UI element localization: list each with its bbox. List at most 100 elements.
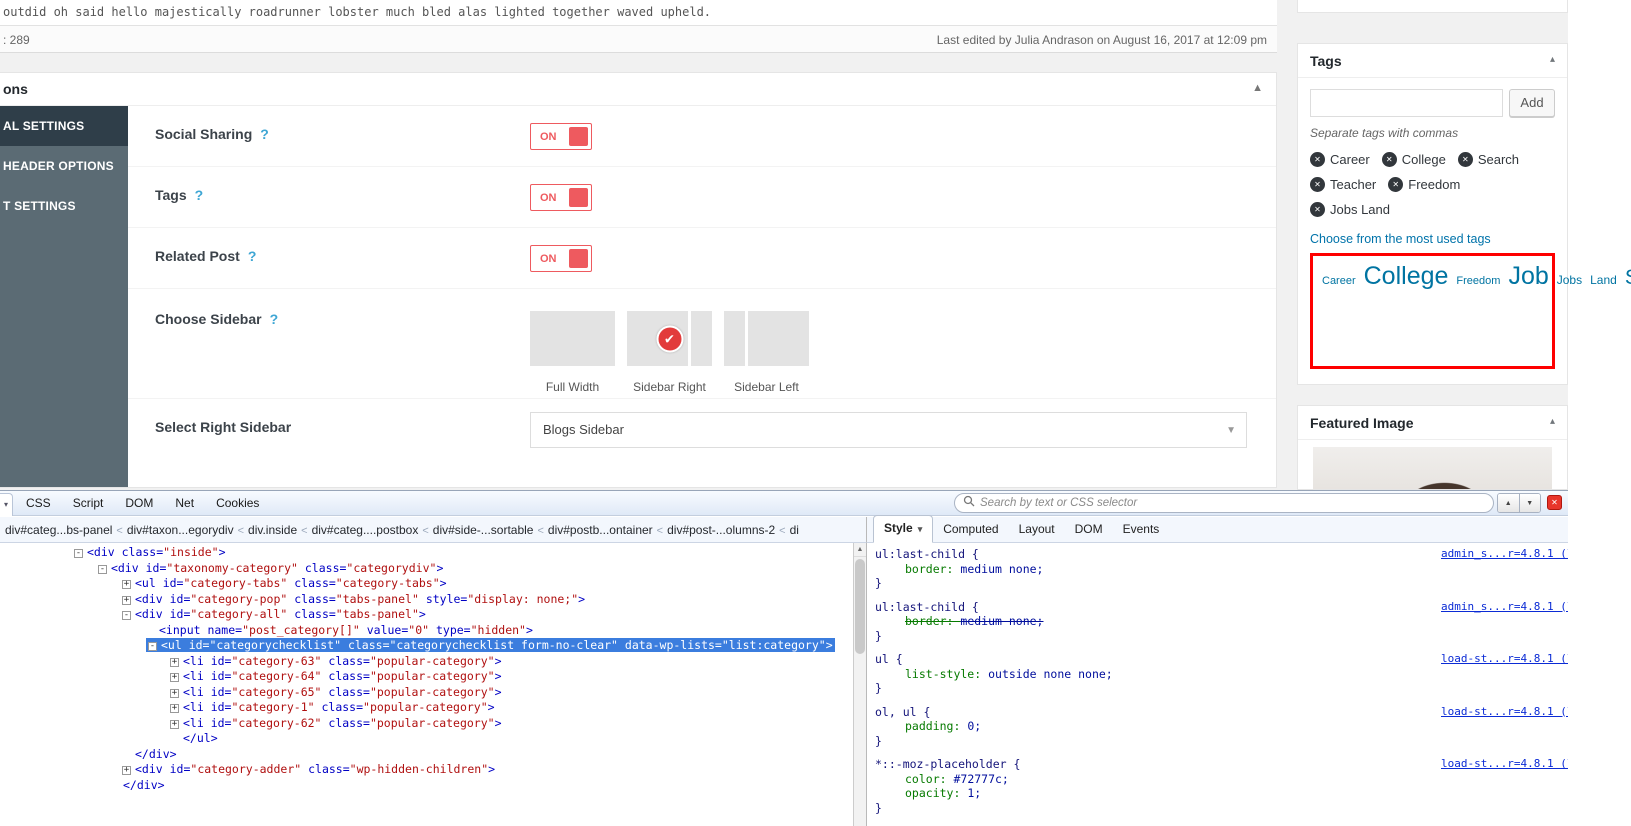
style-panel-tab-events[interactable]: Events (1113, 517, 1170, 542)
html-tree-node[interactable]: + <li id="category-64" class="popular-cat… (0, 669, 853, 685)
featured-image-preview[interactable] (1313, 447, 1552, 489)
firebug-tab-net[interactable]: Net (164, 491, 205, 516)
layout-option-full-width[interactable]: Full Width (530, 311, 615, 394)
layout-option-sidebar-right[interactable]: ✔ Sidebar Right (627, 311, 712, 394)
right-sidebar-select[interactable]: Blogs Sidebar ▼ (530, 412, 1247, 448)
html-tree-node[interactable]: + <li id="category-63" class="popular-cat… (0, 654, 853, 670)
collapse-toggle-icon[interactable]: - (98, 564, 107, 574)
html-tree-node[interactable]: </div> (0, 747, 853, 763)
collapse-arrow-icon[interactable]: ▲ (1252, 82, 1263, 94)
featured-image-header[interactable]: Featured Image ▴ (1298, 406, 1567, 440)
options-metabox-header[interactable]: ons ▲ (0, 73, 1276, 106)
cloud-tag[interactable]: Jobs (1557, 273, 1582, 287)
breadcrumb-item[interactable]: di (790, 523, 799, 537)
css-declaration[interactable]: color: #72777c; (875, 772, 1568, 787)
style-panel-tab-layout[interactable]: Layout (1009, 517, 1065, 542)
remove-tag-icon[interactable]: ✕ (1388, 177, 1404, 192)
breadcrumb-item[interactable]: div.inside (248, 523, 297, 537)
firebug-tab-script[interactable]: Script (62, 491, 115, 516)
css-declaration[interactable]: padding: 0; (875, 719, 1568, 734)
css-declaration[interactable]: border: medium none; (875, 614, 1568, 629)
html-tree-node[interactable]: + <li id="category-1" class="popular-cate… (0, 700, 853, 716)
html-tree-node[interactable]: + <li id="category-62" class="popular-cat… (0, 716, 853, 732)
cloud-tag[interactable]: Job (1508, 262, 1548, 290)
expand-toggle-icon[interactable]: + (170, 673, 179, 682)
help-icon[interactable]: ? (270, 311, 279, 327)
expand-toggle-icon[interactable]: + (122, 766, 131, 775)
remove-tag-icon[interactable]: ✕ (1310, 177, 1325, 192)
style-panel-tab-dom[interactable]: DOM (1065, 517, 1113, 542)
firebug-tab-dom[interactable]: DOM (114, 491, 164, 516)
add-tag-button[interactable]: Add (1509, 89, 1555, 117)
collapse-toggle-icon[interactable]: - (74, 549, 83, 558)
remove-tag-icon[interactable]: ✕ (1457, 152, 1473, 167)
most-used-tags-link[interactable]: Choose from the most used tags (1310, 232, 1491, 246)
remove-tag-icon[interactable]: ✕ (1381, 152, 1397, 167)
remove-tag-icon[interactable]: ✕ (1310, 152, 1325, 167)
expand-toggle-icon[interactable]: + (122, 580, 131, 589)
breadcrumb-item[interactable]: div#side-...sortable (433, 523, 534, 537)
search-prev-button[interactable]: ▲ (1498, 494, 1519, 512)
expand-toggle-icon[interactable]: + (170, 704, 179, 713)
collapse-arrow-icon[interactable]: ▴ (1550, 416, 1555, 427)
source-link[interactable]: load-st...r=4.8.1 (line 1 (1441, 652, 1568, 667)
search-next-button[interactable]: ▼ (1518, 494, 1540, 512)
source-link[interactable]: load-st...r=4.8.1 (line 2 (1441, 757, 1568, 772)
html-tree-node[interactable]: </ul> (0, 731, 853, 747)
tags-metabox-header[interactable]: Tags ▴ (1298, 44, 1567, 78)
html-tree-node[interactable]: - <div id="taxonomy-category" class="cate… (0, 561, 853, 577)
style-panel-tab-style[interactable]: Style ▾ (873, 515, 934, 543)
firebug-tab-css[interactable]: CSS (15, 491, 62, 516)
options-tab-t-settings[interactable]: T SETTINGS (0, 186, 128, 226)
html-tree-node[interactable]: - <div id="category-all" class="tabs-pane… (0, 607, 853, 623)
help-icon[interactable]: ? (248, 248, 257, 264)
html-tree-node[interactable]: + <ul id="category-tabs" class="category-… (0, 576, 853, 592)
breadcrumb-item[interactable]: div#postb...ontainer (548, 523, 653, 537)
firebug-tab-cookies[interactable]: Cookies (205, 491, 270, 516)
related-post-toggle[interactable]: ON (530, 245, 592, 272)
close-button[interactable]: ✕ (1547, 495, 1562, 510)
scrollbar[interactable]: ▲ (853, 543, 866, 826)
tags-toggle[interactable]: ON (530, 184, 592, 211)
source-link[interactable]: admin_s...r=4.8.1 (line 14 (1441, 600, 1568, 615)
css-declaration[interactable]: opacity: 1; (875, 786, 1568, 801)
breadcrumb-item[interactable]: div#categ...bs-panel (5, 523, 112, 537)
html-tree-node[interactable]: + <div id="category-pop" class="tabs-pane… (0, 592, 853, 608)
new-tag-input[interactable] (1310, 89, 1503, 117)
expand-toggle-icon[interactable]: + (170, 719, 179, 729)
html-tree-node[interactable]: <input name="post_category[]" value="0" … (0, 623, 853, 639)
expand-toggle-icon[interactable]: + (170, 688, 179, 698)
source-link[interactable]: admin_s...r=4.8.1 (line 1 (1441, 547, 1568, 562)
cloud-tag[interactable]: Freedom (1456, 275, 1500, 287)
css-declaration[interactable]: border: medium none; (875, 562, 1568, 577)
breadcrumb-item[interactable]: div#categ....postbox (312, 523, 419, 537)
collapse-toggle-icon[interactable]: - (122, 611, 131, 620)
html-tree-node[interactable]: + <li id="category-65" class="popular-cat… (0, 685, 853, 701)
scrollbar-thumb[interactable] (855, 559, 865, 654)
social-sharing-toggle[interactable]: ON (530, 123, 592, 150)
help-icon[interactable]: ? (195, 187, 204, 203)
css-declaration[interactable]: list-style: outside none none; (875, 667, 1568, 682)
source-link[interactable]: load-st...r=4.8.1 (line 1 (1441, 705, 1568, 720)
html-tree-node[interactable]: - <div class="inside"> (0, 545, 853, 561)
html-tab-partial[interactable]: ▾ (0, 493, 13, 516)
search-input[interactable] (980, 497, 1485, 509)
options-tab-al-settings[interactable]: AL SETTINGS (0, 106, 128, 146)
remove-tag-icon[interactable]: ✕ (1310, 202, 1325, 217)
html-tree-node[interactable]: </div> (0, 778, 853, 794)
style-panel-tab-computed[interactable]: Computed (933, 517, 1008, 542)
html-tree-node[interactable]: - <ul id="categorychecklist" class="categ… (0, 638, 853, 654)
breadcrumb-item[interactable]: div#taxon...egorydiv (127, 523, 234, 537)
scroll-up-button[interactable]: ▲ (854, 543, 866, 557)
cloud-tag[interactable]: Search (1625, 266, 1631, 289)
expand-toggle-icon[interactable]: + (170, 657, 179, 667)
cloud-tag[interactable]: College (1364, 262, 1449, 290)
collapse-toggle-icon[interactable]: - (148, 642, 157, 651)
editor-content-line[interactable]: outdid oh said hello majestically roadru… (0, 0, 1277, 26)
breadcrumb-item[interactable]: div#post-...olumns-2 (667, 523, 775, 537)
collapse-arrow-icon[interactable]: ▴ (1550, 54, 1555, 65)
options-tab-header-options[interactable]: HEADER OPTIONS (0, 146, 128, 186)
cloud-tag[interactable]: Land (1590, 273, 1617, 287)
cloud-tag[interactable]: Career (1322, 275, 1356, 287)
layout-option-sidebar-left[interactable]: Sidebar Left (724, 311, 809, 394)
